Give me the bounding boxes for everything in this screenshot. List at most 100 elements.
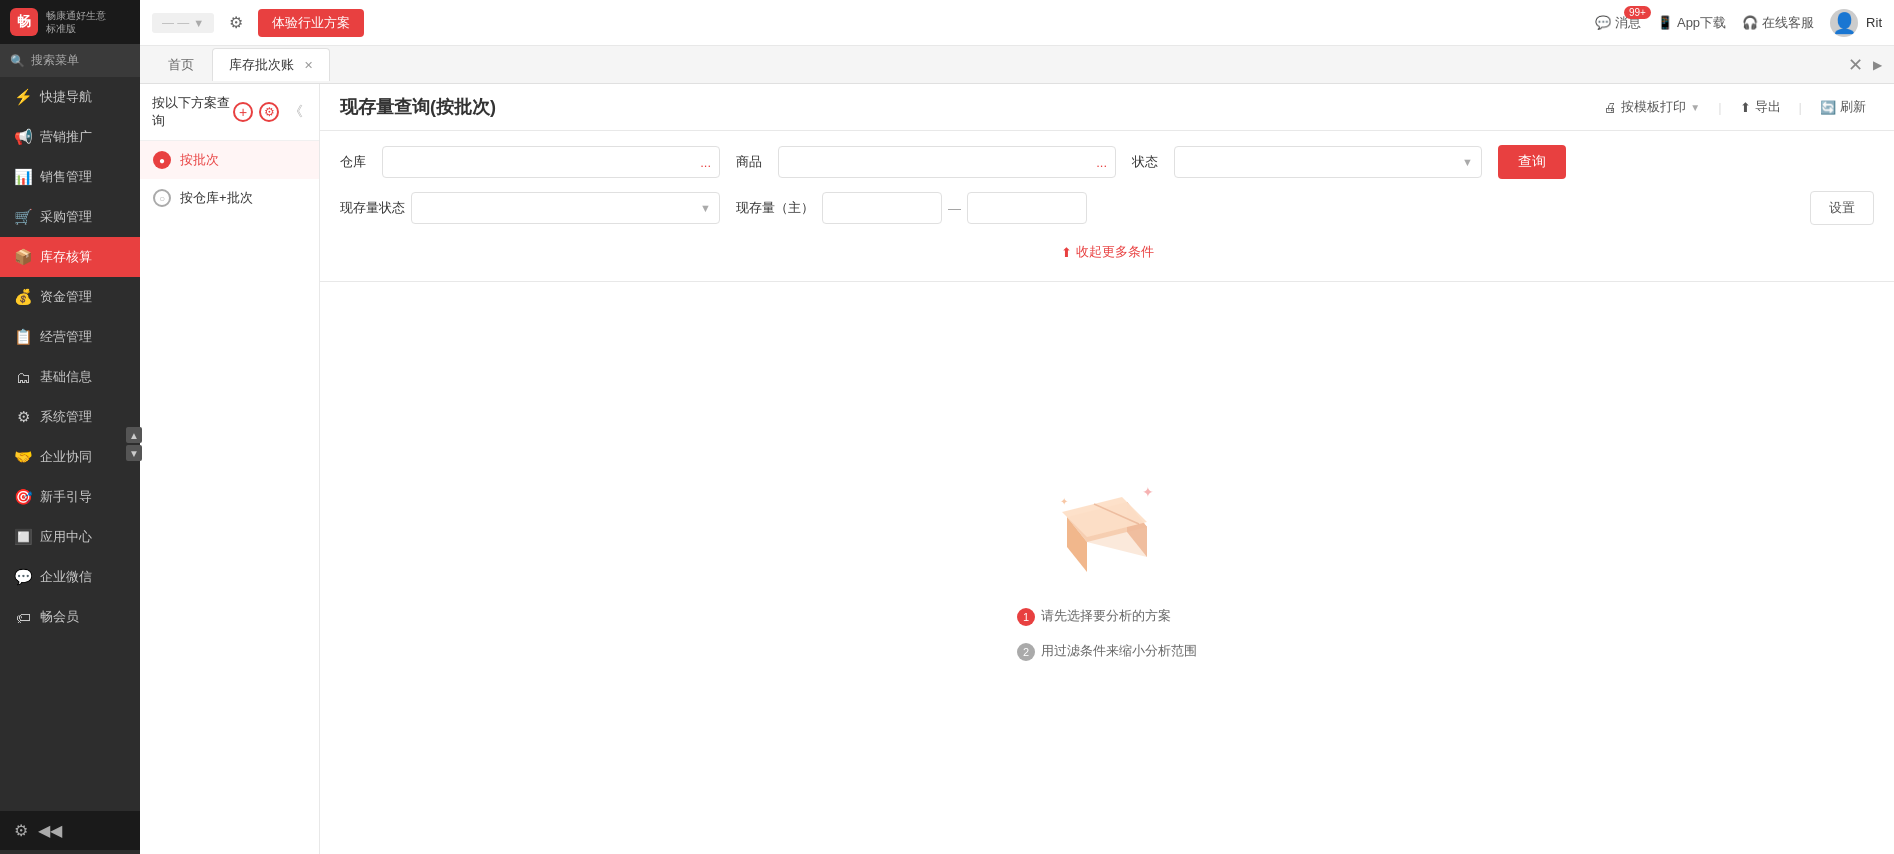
- inventory-icon: 📦: [14, 248, 32, 266]
- scheme-by-batch[interactable]: ● 按批次: [140, 141, 319, 179]
- refresh-btn[interactable]: 🔄 刷新: [1812, 94, 1874, 120]
- sidebar-bottom: ⚙ ◀◀: [0, 811, 140, 850]
- user-menu[interactable]: 👤 Rit: [1830, 9, 1882, 37]
- topbar: — — ▼ ⚙ 体验行业方案 💬 消息 99+ 📱 App下载 🎧 在线客服: [140, 0, 1894, 46]
- system-icon: ⚙: [14, 408, 32, 426]
- sidebar-item-basic[interactable]: 🗂 基础信息: [0, 357, 140, 397]
- breadcrumb[interactable]: — — ▼: [152, 13, 214, 33]
- set-btn[interactable]: 设置: [1810, 191, 1874, 225]
- message-btn[interactable]: 💬 消息 99+: [1595, 14, 1641, 32]
- empty-svg: ✦ ✦: [1042, 467, 1172, 587]
- warehouse-input[interactable]: ...: [382, 146, 720, 178]
- collapse-up-icon: ⬆: [1061, 245, 1072, 260]
- empty-steps: 1 请先选择要分析的方案 2 用过滤条件来缩小分析范围: [1017, 607, 1197, 669]
- print-label: 按模板打印: [1621, 98, 1686, 116]
- message-badge: 99+: [1624, 6, 1651, 19]
- product-label: 商品: [736, 153, 772, 171]
- close-panel-btn[interactable]: ✕: [1840, 54, 1871, 76]
- page-title: 现存量查询(按批次): [340, 95, 496, 119]
- sidebar-search[interactable]: 🔍 搜索菜单: [0, 44, 140, 77]
- stock-qty-filter: 现存量（主） —: [736, 192, 1116, 224]
- empty-illustration: ✦ ✦: [1042, 467, 1172, 587]
- sidebar-item-sales[interactable]: 📊 销售管理: [0, 157, 140, 197]
- quick-nav-icon: ⚡: [14, 88, 32, 106]
- product-more-btn[interactable]: ...: [1096, 155, 1107, 170]
- warehouse-label: 仓库: [340, 153, 376, 171]
- print-arrow: ▼: [1690, 102, 1700, 113]
- sidebar-item-label: 经营管理: [40, 328, 92, 346]
- sidebar-item-marketing[interactable]: 📢 营销推广: [0, 117, 140, 157]
- tab-inventory-batch[interactable]: 库存批次账 ✕: [212, 48, 330, 81]
- topbar-gear-btn[interactable]: ⚙: [222, 9, 250, 37]
- add-scheme-btn[interactable]: +: [233, 102, 253, 122]
- stock-qty-label: 现存量（主）: [736, 199, 816, 217]
- topbar-right: 💬 消息 99+ 📱 App下载 🎧 在线客服 👤 Rit: [1595, 9, 1882, 37]
- sidebar-item-wechat[interactable]: 💬 企业微信: [0, 557, 140, 597]
- collapse-more-btn[interactable]: ⬆ 收起更多条件: [340, 237, 1874, 267]
- warehouse-filter: 仓库 ...: [340, 146, 720, 178]
- query-btn[interactable]: 查询: [1498, 145, 1566, 179]
- sidebar-header: 畅 畅康通好生意 标准版: [0, 0, 140, 44]
- basic-icon: 🗂: [14, 368, 32, 386]
- newbie-icon: 🎯: [14, 488, 32, 506]
- tab-inventory-batch-label: 库存批次账: [229, 56, 294, 74]
- sidebar-item-label: 资金管理: [40, 288, 92, 306]
- tab-home[interactable]: 首页: [152, 49, 210, 81]
- status-filter: 状态 ▼: [1132, 146, 1482, 178]
- purchase-icon: 🛒: [14, 208, 32, 226]
- sidebar-item-label: 基础信息: [40, 368, 92, 386]
- status-select[interactable]: ▼: [1174, 146, 1482, 178]
- collapse-left-btn[interactable]: 《: [285, 101, 307, 123]
- stock-status-label: 现存量状态: [340, 199, 405, 217]
- sidebar-collapse-btn[interactable]: ◀◀: [38, 821, 62, 840]
- sidebar-item-inventory[interactable]: 📦 库存核算: [0, 237, 140, 277]
- refresh-icon: 🔄: [1820, 100, 1836, 115]
- settings-scheme-btn[interactable]: ⚙: [259, 102, 279, 122]
- warehouse-more-btn[interactable]: ...: [700, 155, 711, 170]
- right-panel: 现存量查询(按批次) 🖨 按模板打印 ▼ | ⬆ 导出 | 🔄: [320, 84, 1894, 854]
- divider: |: [1718, 100, 1721, 115]
- sidebar-item-newbie[interactable]: 🎯 新手引导: [0, 477, 140, 517]
- inactive-scheme-icon: ○: [152, 188, 172, 208]
- tab-home-label: 首页: [168, 56, 194, 74]
- filter-row-2: 现存量状态 ▼ 现存量（主） — 设置: [340, 191, 1874, 225]
- sidebar-item-label: 采购管理: [40, 208, 92, 226]
- chevron-down-icon2: ▼: [700, 202, 711, 214]
- sidebar-item-system[interactable]: ⚙ 系统管理: [0, 397, 140, 437]
- stock-qty-max-input[interactable]: [967, 192, 1087, 224]
- scroll-up-btn[interactable]: ▲: [126, 427, 142, 443]
- headset-icon: 🎧: [1742, 15, 1758, 30]
- chevron-down-icon: ▼: [193, 17, 204, 29]
- customer-service-btn[interactable]: 🎧 在线客服: [1742, 14, 1814, 32]
- sidebar: 畅 畅康通好生意 标准版 🔍 搜索菜单 ▲ ▼ ⚡ 快捷导航 📢 营销推广 📊 …: [0, 0, 140, 854]
- ops-icon: 📋: [14, 328, 32, 346]
- product-input[interactable]: ...: [778, 146, 1116, 178]
- sidebar-item-label: 应用中心: [40, 528, 92, 546]
- left-panel-title: 按以下方案查询: [152, 94, 233, 130]
- sidebar-item-ops[interactable]: 📋 经营管理: [0, 317, 140, 357]
- stock-qty-min-input[interactable]: [822, 192, 942, 224]
- sidebar-item-enterprise[interactable]: 🤝 企业协同: [0, 437, 140, 477]
- print-btn[interactable]: 🖨 按模板打印 ▼: [1596, 94, 1708, 120]
- export-btn[interactable]: ⬆ 导出: [1732, 94, 1789, 120]
- tab-close-btn[interactable]: ✕: [304, 59, 313, 72]
- sidebar-item-member[interactable]: 🏷 畅会员: [0, 597, 140, 637]
- sales-icon: 📊: [14, 168, 32, 186]
- trial-btn[interactable]: 体验行业方案: [258, 9, 364, 37]
- sidebar-item-label: 快捷导航: [40, 88, 92, 106]
- scheme-by-warehouse-batch[interactable]: ○ 按仓库+批次: [140, 179, 319, 217]
- sidebar-item-purchase[interactable]: 🛒 采购管理: [0, 197, 140, 237]
- gear-icon[interactable]: ⚙: [14, 821, 28, 840]
- app-brand: 畅康通好生意 标准版: [46, 9, 106, 35]
- sidebar-item-finance[interactable]: 💰 资金管理: [0, 277, 140, 317]
- print-icon: 🖨: [1604, 100, 1617, 115]
- app-download-btn[interactable]: 📱 App下载: [1657, 14, 1726, 32]
- export-label: 导出: [1755, 98, 1781, 116]
- sidebar-item-quick-nav[interactable]: ⚡ 快捷导航: [0, 77, 140, 117]
- divider2: |: [1799, 100, 1802, 115]
- scheme-by-warehouse-batch-label: 按仓库+批次: [180, 189, 253, 207]
- scroll-down-btn[interactable]: ▼: [126, 445, 142, 461]
- sidebar-item-apps[interactable]: 🔲 应用中心: [0, 517, 140, 557]
- stock-status-select[interactable]: ▼: [411, 192, 720, 224]
- right-panel-arrow[interactable]: ▶: [1873, 58, 1882, 72]
